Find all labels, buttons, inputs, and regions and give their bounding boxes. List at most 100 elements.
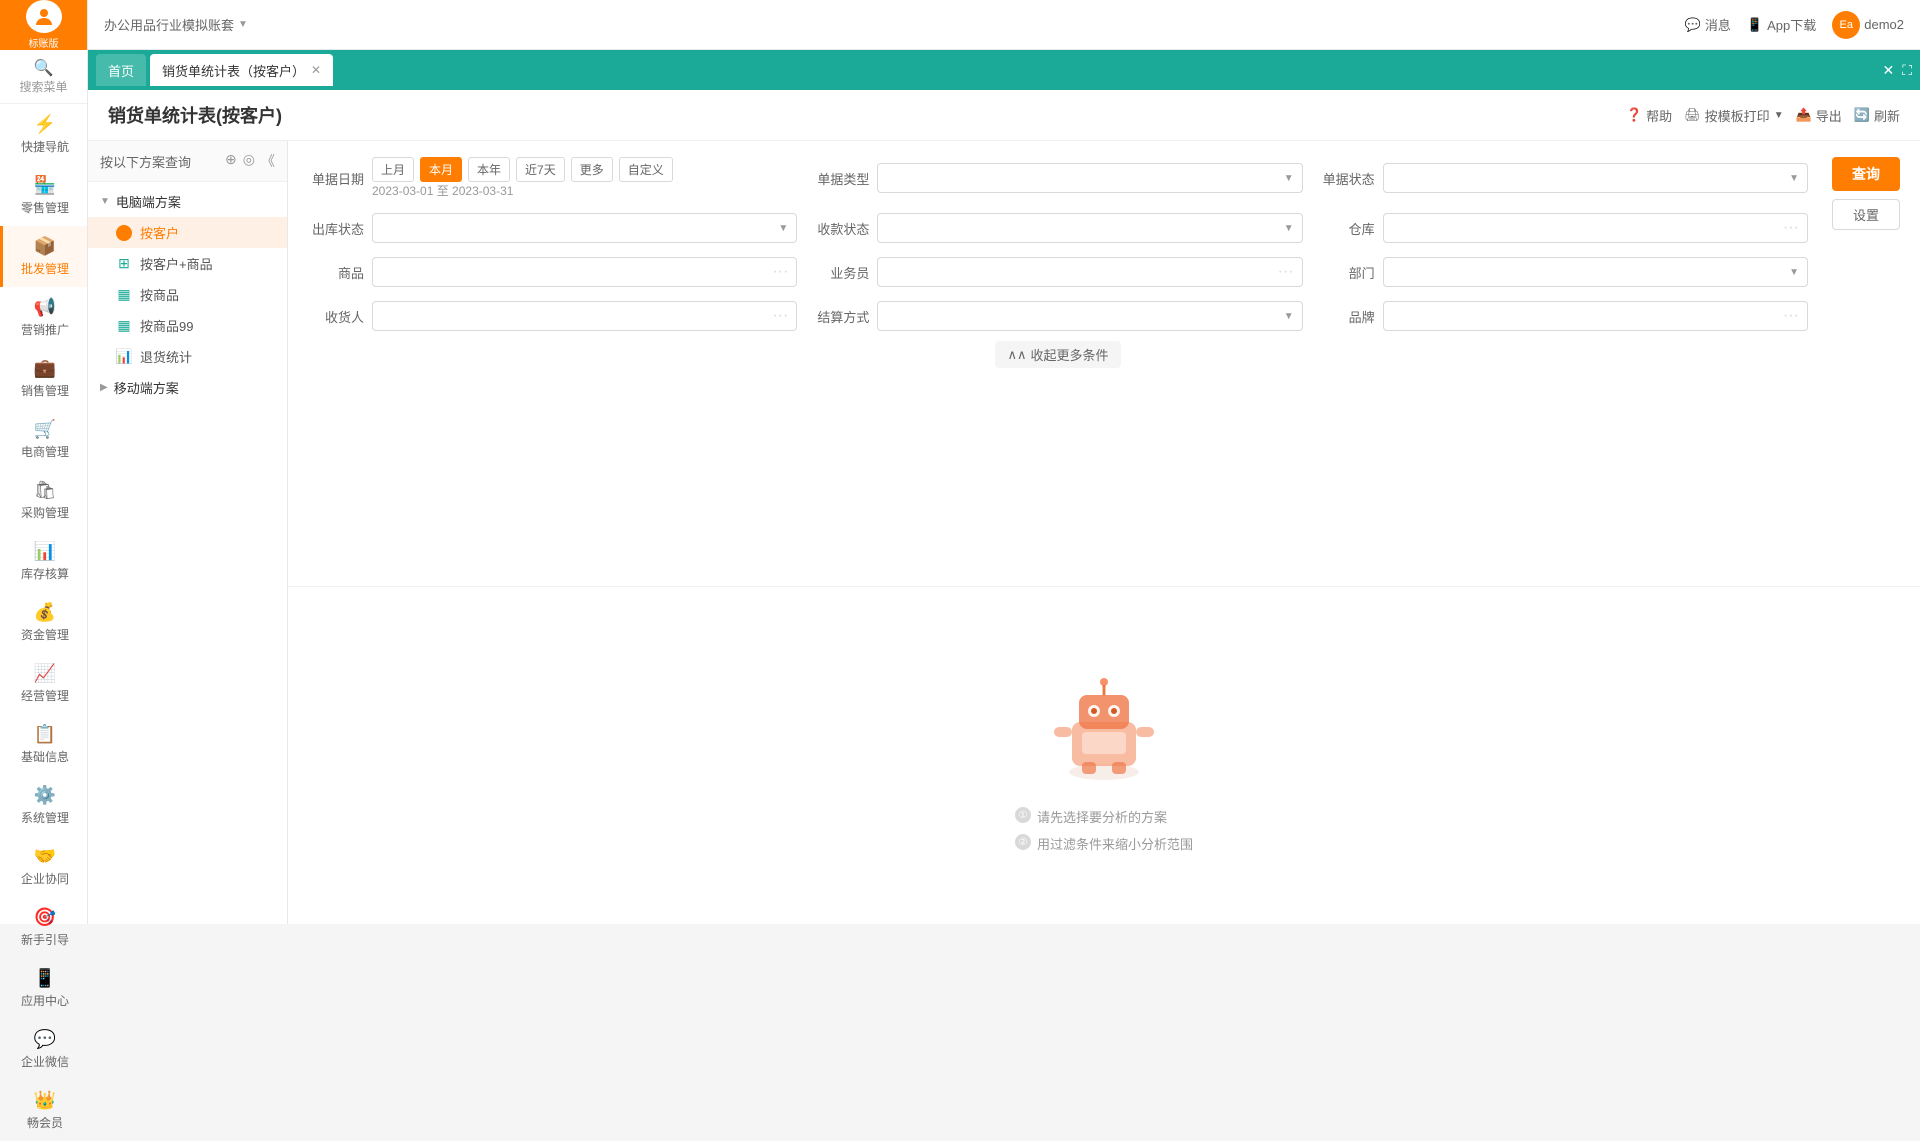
filter-grid-wrapper: 单据日期 上月 本月 本年 近7天 更多 bbox=[308, 157, 1808, 368]
sidebar-item-enterprise[interactable]: 🤝 企业协同 bbox=[0, 836, 87, 897]
page-content: 销货单统计表(按客户) ❓ 帮助 🖨 按模板打印 ▼ 📤 导出 bbox=[88, 90, 1920, 924]
date-btn-last-7-days[interactable]: 近7天 bbox=[516, 157, 565, 182]
consignee-select[interactable]: ··· bbox=[372, 301, 797, 331]
sidebar-newbie-label: 新手引导 bbox=[21, 931, 69, 948]
collapse-button[interactable]: ∧∧ 收起更多条件 bbox=[995, 341, 1120, 368]
sidebar-item-marketing[interactable]: 📢 营销推广 bbox=[0, 287, 87, 348]
help-button[interactable]: ❓ 帮助 bbox=[1626, 106, 1672, 125]
receive-status-select[interactable]: ▼ bbox=[877, 213, 1302, 243]
sidebar-item-wholesale[interactable]: 📦 批发管理 bbox=[0, 226, 87, 287]
sidebar-item-wechat[interactable]: 💬 企业微信 bbox=[0, 1019, 87, 1080]
help-icon: ❓ bbox=[1626, 107, 1642, 123]
mobile-group-arrow-icon: ▶ bbox=[100, 382, 108, 393]
settlement-select[interactable]: ▼ bbox=[877, 301, 1302, 331]
sidebar-item-retail[interactable]: 🏪 零售管理 bbox=[0, 165, 87, 226]
query-button[interactable]: 查询 bbox=[1832, 157, 1900, 191]
scheme-item-by-goods[interactable]: ▦ 按商品 bbox=[88, 279, 287, 310]
department-select[interactable]: ▼ bbox=[1383, 257, 1808, 287]
app-download-icon: 📱 bbox=[1747, 17, 1763, 33]
sales-icon: 💼 bbox=[34, 358, 56, 379]
sidebar-item-basic[interactable]: 📋 基础信息 bbox=[0, 714, 87, 775]
print-button[interactable]: 🖨 按模板打印 ▼ bbox=[1684, 106, 1783, 125]
goods-select[interactable]: ··· bbox=[372, 257, 797, 287]
right-panel: 单据日期 上月 本月 本年 近7天 更多 bbox=[288, 141, 1920, 924]
date-btn-current-month[interactable]: 本月 bbox=[420, 157, 462, 182]
system-icon: ⚙️ bbox=[34, 785, 56, 806]
tab-sales-report[interactable]: 销货单统计表（按客户） ✕ bbox=[150, 54, 333, 86]
filter-row-4: 收货人 ··· 结算方式 bbox=[308, 301, 1808, 331]
filter-cell-department: 部门 ▼ bbox=[1319, 257, 1808, 287]
operations-icon: 📈 bbox=[34, 663, 56, 684]
settings-button[interactable]: 设置 bbox=[1832, 199, 1900, 230]
sidebar-item-apps[interactable]: 📱 应用中心 bbox=[0, 958, 87, 1019]
sidebar-item-member[interactable]: 👑 畅会员 bbox=[0, 1080, 87, 1141]
message-label: 消息 bbox=[1705, 15, 1731, 34]
sidebar-basic-label: 基础信息 bbox=[21, 748, 69, 765]
retail-icon: 🏪 bbox=[34, 175, 56, 196]
app-download-button[interactable]: 📱 App下载 bbox=[1747, 15, 1816, 34]
message-button[interactable]: 💬 消息 bbox=[1685, 15, 1731, 34]
receive-status-label: 收款状态 bbox=[813, 219, 869, 238]
sidebar-item-operations[interactable]: 📈 经营管理 bbox=[0, 653, 87, 714]
brand-dots-icon[interactable]: ··· bbox=[1783, 307, 1799, 325]
maximize-window-icon[interactable]: ⛶ bbox=[1902, 62, 1912, 79]
logo-icon bbox=[26, 0, 62, 33]
sidebar-item-purchase[interactable]: 🛍 采购管理 bbox=[0, 470, 87, 531]
page-title: 销货单统计表(按客户) bbox=[108, 102, 282, 128]
filter-cell-settlement: 结算方式 ▼ bbox=[813, 301, 1302, 331]
scheme-item-by-customer-goods[interactable]: ⊞ 按客户+商品 bbox=[88, 248, 287, 279]
page-title-bar: 销货单统计表(按客户) ❓ 帮助 🖨 按模板打印 ▼ 📤 导出 bbox=[88, 90, 1920, 141]
scheme-item-by-customer[interactable]: 按客户 bbox=[88, 217, 287, 248]
print-icon: 🖨 bbox=[1684, 107, 1701, 123]
industry-dropdown-icon: ▼ bbox=[238, 19, 248, 30]
scheme-collapse-icon[interactable]: 《 bbox=[261, 151, 275, 171]
doc-type-select[interactable]: ▼ bbox=[877, 163, 1302, 193]
by-goods-99-icon: ▦ bbox=[116, 318, 132, 334]
scheme-group-mobile-header[interactable]: ▶ 移动端方案 bbox=[88, 372, 287, 403]
scheme-add-icon[interactable]: ⊕ bbox=[225, 151, 237, 171]
warehouse-select[interactable]: ··· bbox=[1383, 213, 1808, 243]
sidebar-item-system[interactable]: ⚙️ 系统管理 bbox=[0, 775, 87, 836]
consignee-dots-icon[interactable]: ··· bbox=[772, 307, 788, 325]
scheme-settings-icon[interactable]: ◎ bbox=[243, 151, 255, 171]
out-status-select[interactable]: ▼ bbox=[372, 213, 797, 243]
industry-selector[interactable]: 办公用品行业模拟账套 ▼ bbox=[104, 15, 248, 34]
brand-select[interactable]: ··· bbox=[1383, 301, 1808, 331]
salesperson-dots-icon[interactable]: ··· bbox=[1278, 263, 1294, 281]
filter-row-2: 出库状态 ▼ 收款状态 bbox=[308, 213, 1808, 243]
scheme-group-desktop-header[interactable]: ▼ 电脑端方案 bbox=[88, 186, 287, 217]
sidebar-purchase-label: 采购管理 bbox=[21, 504, 69, 521]
refresh-button[interactable]: 🔄 刷新 bbox=[1854, 106, 1900, 125]
doc-status-select[interactable]: ▼ bbox=[1383, 163, 1808, 193]
sidebar-wholesale-label: 批发管理 bbox=[21, 260, 69, 277]
sidebar-item-sales[interactable]: 💼 销售管理 bbox=[0, 348, 87, 409]
refresh-icon: 🔄 bbox=[1854, 107, 1870, 123]
collapse-label: 收起更多条件 bbox=[1031, 345, 1109, 364]
sidebar-item-newbie[interactable]: 🎯 新手引导 bbox=[0, 897, 87, 958]
sidebar-item-finance[interactable]: 💰 资金管理 bbox=[0, 592, 87, 653]
date-btn-current-year[interactable]: 本年 bbox=[468, 157, 510, 182]
return-stats-label: 退货统计 bbox=[140, 347, 192, 366]
scheme-item-by-goods-99[interactable]: ▦ 按商品99 bbox=[88, 310, 287, 341]
sidebar-item-ecommerce[interactable]: 🛒 电商管理 bbox=[0, 409, 87, 470]
sidebar-item-quick-nav[interactable]: ⚡ 快捷导航 bbox=[0, 104, 87, 165]
inventory-icon: 📊 bbox=[34, 541, 56, 562]
date-btn-more[interactable]: 更多 bbox=[571, 157, 613, 182]
user-profile[interactable]: Ea demo2 bbox=[1832, 11, 1904, 39]
salesperson-select[interactable]: ··· bbox=[877, 257, 1302, 287]
sidebar-search-item[interactable]: 🔍 搜索菜单 bbox=[0, 50, 87, 104]
export-button[interactable]: 📤 导出 bbox=[1796, 106, 1842, 125]
tab-close-icon[interactable]: ✕ bbox=[311, 63, 321, 77]
scheme-item-return-stats[interactable]: 📊 退货统计 bbox=[88, 341, 287, 372]
avatar: Ea bbox=[1832, 11, 1860, 39]
settlement-label: 结算方式 bbox=[813, 307, 869, 326]
filter-area: 单据日期 上月 本月 本年 近7天 更多 bbox=[288, 141, 1920, 586]
sidebar-item-inventory[interactable]: 📊 库存核算 bbox=[0, 531, 87, 592]
basic-icon: 📋 bbox=[34, 724, 56, 745]
goods-dots-icon[interactable]: ··· bbox=[772, 263, 788, 281]
warehouse-dots-icon[interactable]: ··· bbox=[1783, 219, 1799, 237]
tab-home[interactable]: 首页 bbox=[96, 54, 146, 86]
close-window-icon[interactable]: ✕ bbox=[1882, 62, 1894, 79]
date-btn-last-month[interactable]: 上月 bbox=[372, 157, 414, 182]
date-btn-custom[interactable]: 自定义 bbox=[619, 157, 673, 182]
